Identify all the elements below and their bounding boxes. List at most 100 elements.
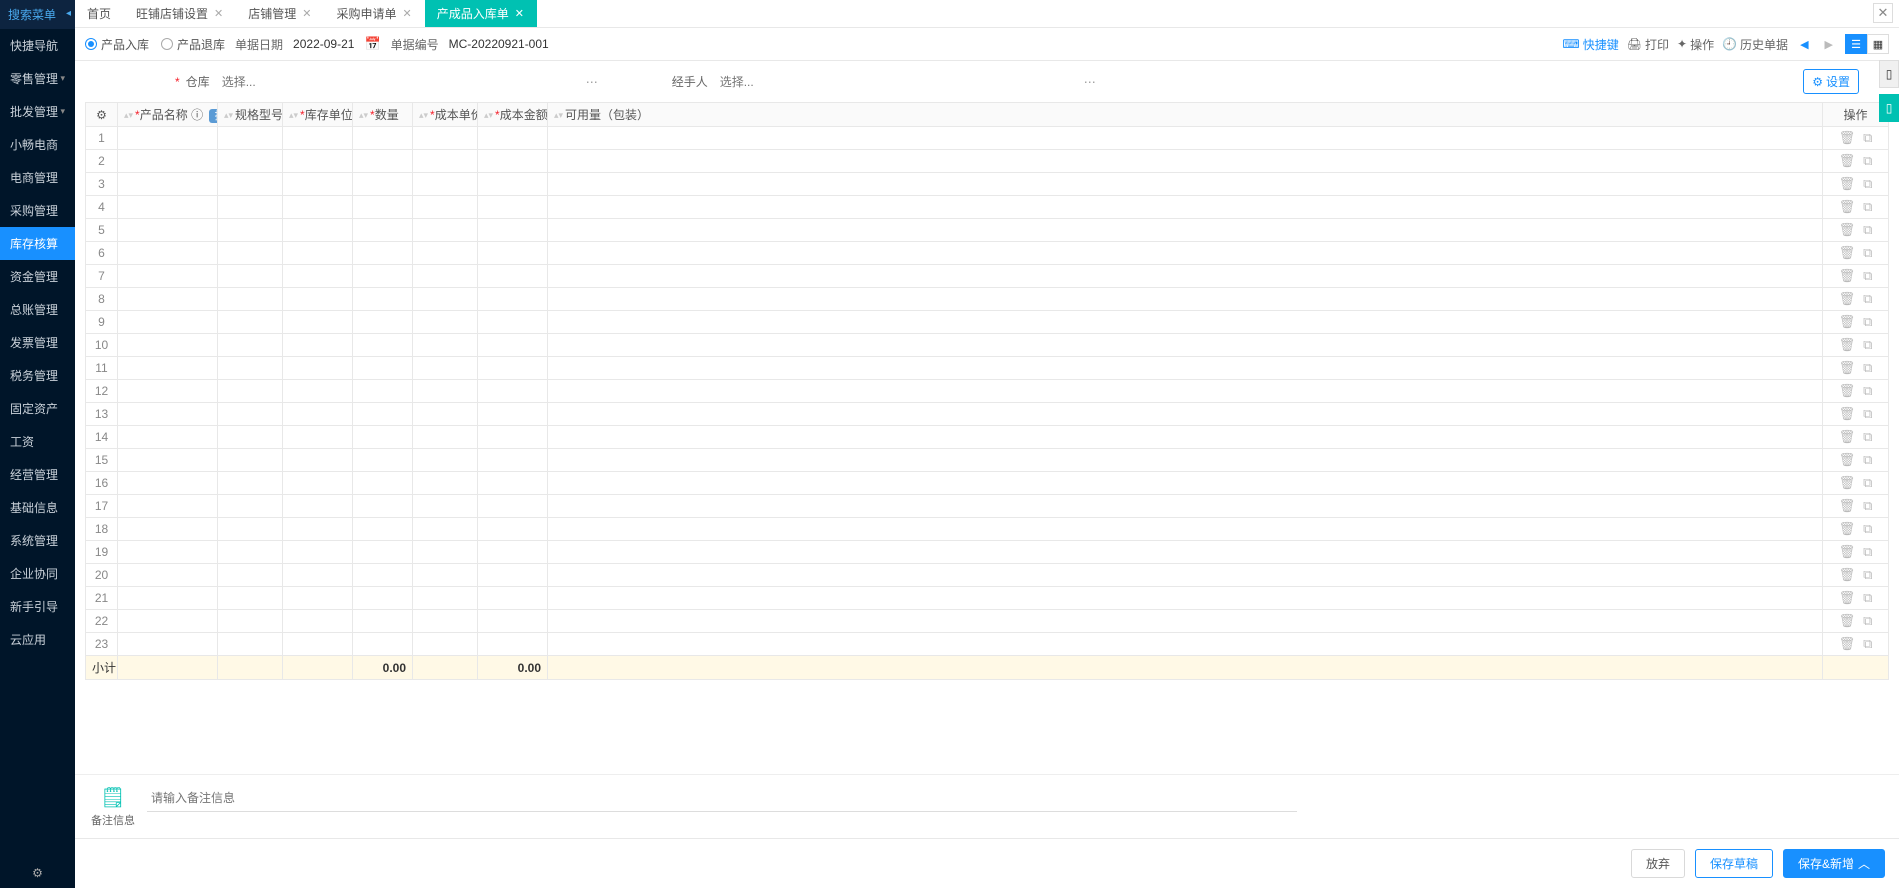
table-row[interactable]: 8🗑⧉	[86, 288, 1889, 311]
delete-icon[interactable]: 🗑	[1839, 337, 1856, 353]
delete-icon[interactable]: 🗑	[1839, 199, 1856, 215]
delete-icon[interactable]: 🗑	[1839, 406, 1856, 422]
copy-icon[interactable]: ⧉	[1863, 176, 1872, 192]
save-draft-button[interactable]: 保存草稿	[1695, 849, 1773, 878]
sidebar-item[interactable]: 工资	[0, 425, 75, 458]
copy-icon[interactable]: ⧉	[1863, 452, 1872, 468]
delete-icon[interactable]: 🗑	[1839, 360, 1856, 376]
delete-icon[interactable]: 🗑	[1839, 498, 1856, 514]
delete-icon[interactable]: 🗑	[1839, 222, 1856, 238]
table-row[interactable]: 1🗑⧉	[86, 127, 1889, 150]
table-row[interactable]: 12🗑⧉	[86, 380, 1889, 403]
copy-icon[interactable]: ⧉	[1863, 429, 1872, 445]
save-new-button[interactable]: 保存&新增︿	[1783, 849, 1885, 878]
history-link[interactable]: 🕘历史单据	[1722, 36, 1788, 53]
warehouse-input[interactable]	[216, 72, 576, 92]
delete-icon[interactable]: 🗑	[1839, 176, 1856, 192]
copy-icon[interactable]: ⧉	[1863, 475, 1872, 491]
sidebar-item[interactable]: 经营管理	[0, 458, 75, 491]
rail-tab-1[interactable]: ▯	[1879, 60, 1899, 88]
sidebar-footer[interactable]: ⚙	[0, 858, 75, 888]
copy-icon[interactable]: ⧉	[1863, 636, 1872, 652]
sidebar-item[interactable]: 电商管理	[0, 161, 75, 194]
copy-icon[interactable]: ⧉	[1863, 222, 1872, 238]
copy-icon[interactable]: ⧉	[1863, 613, 1872, 629]
copy-icon[interactable]: ⧉	[1863, 268, 1872, 284]
delete-icon[interactable]: 🗑	[1839, 567, 1856, 583]
handler-input[interactable]	[714, 72, 1074, 92]
collapse-icon[interactable]: ◂	[66, 8, 71, 19]
copy-icon[interactable]: ⧉	[1863, 314, 1872, 330]
settings-button[interactable]: ⚙ 设置	[1803, 69, 1859, 94]
table-row[interactable]: 5🗑⧉	[86, 219, 1889, 242]
view-grid-button[interactable]: ▦	[1867, 34, 1889, 54]
copy-icon[interactable]: ⧉	[1863, 544, 1872, 560]
copy-icon[interactable]: ⧉	[1863, 245, 1872, 261]
remark-input[interactable]	[147, 785, 1297, 812]
close-all-tabs[interactable]: ✕	[1873, 3, 1893, 23]
col-quantity[interactable]: ▴▾*数量	[353, 103, 413, 127]
sidebar-item[interactable]: 零售管理▾	[0, 62, 75, 95]
sidebar-item[interactable]: 库存核算	[0, 227, 75, 260]
table-row[interactable]: 7🗑⧉	[86, 265, 1889, 288]
close-icon[interactable]: ✕	[403, 7, 412, 20]
table-row[interactable]: 22🗑⧉	[86, 610, 1889, 633]
close-icon[interactable]: ✕	[515, 7, 524, 20]
delete-icon[interactable]: 🗑	[1839, 383, 1856, 399]
table-row[interactable]: 15🗑⧉	[86, 449, 1889, 472]
col-gear[interactable]: ⚙	[86, 103, 118, 127]
table-row[interactable]: 2🗑⧉	[86, 150, 1889, 173]
delete-icon[interactable]: 🗑	[1839, 245, 1856, 261]
print-link[interactable]: 🖨打印	[1627, 36, 1669, 53]
table-row[interactable]: 20🗑⧉	[86, 564, 1889, 587]
table-row[interactable]: 14🗑⧉	[86, 426, 1889, 449]
tab[interactable]: 旺铺店铺设置✕	[124, 0, 236, 27]
sidebar-item[interactable]: 批发管理▾	[0, 95, 75, 128]
delete-icon[interactable]: 🗑	[1839, 153, 1856, 169]
operate-link[interactable]: ✦操作	[1677, 36, 1714, 53]
date-value[interactable]: 2022-09-21	[293, 37, 354, 51]
table-row[interactable]: 21🗑⧉	[86, 587, 1889, 610]
delete-icon[interactable]: 🗑	[1839, 613, 1856, 629]
col-product-name[interactable]: ▴▾*产品名称 ⓘ 扫码录入	[118, 103, 218, 127]
table-row[interactable]: 18🗑⧉	[86, 518, 1889, 541]
history-prev-icon[interactable]: ◀	[1796, 38, 1812, 51]
sidebar-item[interactable]: 采购管理	[0, 194, 75, 227]
tab[interactable]: 首页	[75, 0, 124, 27]
table-row[interactable]: 17🗑⧉	[86, 495, 1889, 518]
table-row[interactable]: 3🗑⧉	[86, 173, 1889, 196]
copy-icon[interactable]: ⧉	[1863, 590, 1872, 606]
delete-icon[interactable]: 🗑	[1839, 636, 1856, 652]
sidebar-item[interactable]: 新手引导	[0, 590, 75, 623]
table-row[interactable]: 19🗑⧉	[86, 541, 1889, 564]
discard-button[interactable]: 放弃	[1631, 849, 1685, 878]
delete-icon[interactable]: 🗑	[1839, 452, 1856, 468]
history-next-icon[interactable]: ▶	[1821, 38, 1837, 51]
copy-icon[interactable]: ⧉	[1863, 130, 1872, 146]
sidebar-item[interactable]: 税务管理	[0, 359, 75, 392]
copy-icon[interactable]: ⧉	[1863, 153, 1872, 169]
copy-icon[interactable]: ⧉	[1863, 337, 1872, 353]
sidebar-item[interactable]: 快捷导航	[0, 29, 75, 62]
copy-icon[interactable]: ⧉	[1863, 567, 1872, 583]
calendar-icon[interactable]: 📅	[364, 36, 380, 52]
delete-icon[interactable]: 🗑	[1839, 291, 1856, 307]
sidebar-item[interactable]: 固定资产	[0, 392, 75, 425]
copy-icon[interactable]: ⧉	[1863, 498, 1872, 514]
col-available[interactable]: ▴▾可用量（包装）	[548, 103, 1823, 127]
copy-icon[interactable]: ⧉	[1863, 199, 1872, 215]
table-row[interactable]: 9🗑⧉	[86, 311, 1889, 334]
sidebar-item[interactable]: 系统管理	[0, 524, 75, 557]
tab[interactable]: 产成品入库单✕	[425, 0, 537, 27]
view-list-button[interactable]: ☰	[1845, 34, 1867, 54]
table-row[interactable]: 6🗑⧉	[86, 242, 1889, 265]
radio-product-in[interactable]: 产品入库	[85, 36, 149, 53]
delete-icon[interactable]: 🗑	[1839, 544, 1856, 560]
sidebar-item[interactable]: 小畅电商	[0, 128, 75, 161]
delete-icon[interactable]: 🗑	[1839, 429, 1856, 445]
tab[interactable]: 店铺管理✕	[236, 0, 324, 27]
radio-product-out[interactable]: 产品退库	[161, 36, 225, 53]
copy-icon[interactable]: ⧉	[1863, 291, 1872, 307]
col-unit[interactable]: ▴▾*库存单位	[283, 103, 353, 127]
table-row[interactable]: 16🗑⧉	[86, 472, 1889, 495]
